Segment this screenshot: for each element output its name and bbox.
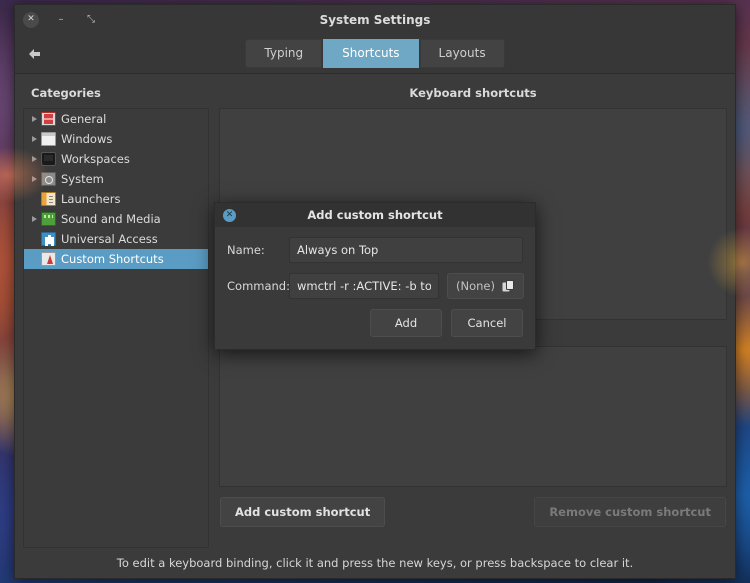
name-row: Name: <box>227 237 523 263</box>
binding-picker-button[interactable]: (None) <box>447 273 524 299</box>
desktop-background: ✕ – ⤡ System Settings Typing Shortcuts L… <box>0 0 750 583</box>
window-titlebar[interactable]: ✕ – ⤡ System Settings <box>15 5 735 34</box>
window-maximize-button[interactable]: ⤡ <box>83 12 99 28</box>
categories-list[interactable]: General Windows Workspaces System Launch… <box>23 108 209 548</box>
categories-pane: Categories General Windows Workspaces Sy… <box>23 82 209 548</box>
dialog-close-button[interactable]: ✕ <box>223 208 236 222</box>
binding-picker-label: (None) <box>456 279 495 293</box>
window-controls: ✕ – ⤡ <box>15 11 99 28</box>
add-custom-shortcut-dialog: ✕ Add custom shortcut Name: Command: (No… <box>214 202 536 350</box>
dialog-titlebar[interactable]: ✕ Add custom shortcut <box>215 203 535 227</box>
custom-shortcuts-icon <box>41 252 56 266</box>
universal-access-icon <box>41 232 56 246</box>
command-label: Command: <box>227 279 290 293</box>
sidebar-item-system[interactable]: System <box>24 169 208 189</box>
expand-triangle-icon[interactable] <box>28 115 41 123</box>
expand-triangle-icon[interactable] <box>28 135 41 143</box>
tab-shortcuts[interactable]: Shortcuts <box>323 39 419 68</box>
dialog-title: Add custom shortcut <box>307 208 443 222</box>
name-label: Name: <box>227 243 265 257</box>
sidebar-item-label: System <box>61 172 104 186</box>
categories-header: Categories <box>31 86 101 100</box>
status-bar: To edit a keyboard binding, click it and… <box>15 548 735 578</box>
command-row: Command: (None) <box>227 273 524 299</box>
dialog-add-button[interactable]: Add <box>370 309 442 337</box>
sidebar-item-windows[interactable]: Windows <box>24 129 208 149</box>
tab-bar: Typing Shortcuts Layouts <box>15 39 735 68</box>
dialog-body: Name: Command: (None) Add Cancel <box>215 227 535 349</box>
command-input[interactable] <box>289 273 439 299</box>
sidebar-item-label: Launchers <box>61 192 121 206</box>
sidebar-item-workspaces[interactable]: Workspaces <box>24 149 208 169</box>
add-custom-shortcut-button[interactable]: Add custom shortcut <box>220 497 386 527</box>
sidebar-item-custom-shortcuts[interactable]: Custom Shortcuts <box>24 249 208 269</box>
dialog-buttons: Add Cancel <box>227 309 523 337</box>
expand-triangle-icon[interactable] <box>28 215 41 223</box>
tab-layouts[interactable]: Layouts <box>419 39 505 68</box>
copy-icon <box>502 279 514 291</box>
dialog-cancel-button[interactable]: Cancel <box>451 309 523 337</box>
sidebar-item-label: General <box>61 112 107 126</box>
sidebar-item-label: Workspaces <box>61 152 130 166</box>
launchers-icon <box>41 192 56 206</box>
expand-triangle-icon[interactable] <box>28 155 41 163</box>
status-text: To edit a keyboard binding, click it and… <box>116 556 634 570</box>
sidebar-item-universal-access[interactable]: Universal Access <box>24 229 208 249</box>
sidebar-item-label: Custom Shortcuts <box>61 252 164 266</box>
toolbar: Typing Shortcuts Layouts <box>15 34 735 74</box>
keyboard-shortcuts-header: Keyboard shortcuts <box>409 86 537 100</box>
sidebar-item-label: Windows <box>61 132 113 146</box>
name-input[interactable] <box>289 237 523 263</box>
sidebar-item-general[interactable]: General <box>24 109 208 129</box>
sidebar-item-label: Sound and Media <box>61 212 161 226</box>
workspaces-icon <box>41 152 56 166</box>
sidebar-item-sound-and-media[interactable]: Sound and Media <box>24 209 208 229</box>
tab-typing[interactable]: Typing <box>245 39 323 68</box>
keyboard-bindings-list[interactable] <box>219 346 727 487</box>
windows-icon <box>41 132 56 146</box>
system-icon <box>41 172 56 186</box>
sidebar-item-label: Universal Access <box>61 232 158 246</box>
window-title: System Settings <box>319 12 431 27</box>
shortcut-actions-row: Add custom shortcut Remove custom shortc… <box>219 487 727 527</box>
expand-triangle-icon[interactable] <box>28 175 41 183</box>
sound-and-media-icon <box>41 212 56 226</box>
general-icon <box>41 112 56 126</box>
window-close-button[interactable]: ✕ <box>23 11 39 28</box>
window-minimize-button[interactable]: – <box>53 12 69 28</box>
sidebar-item-launchers[interactable]: Launchers <box>24 189 208 209</box>
remove-custom-shortcut-button: Remove custom shortcut <box>534 497 726 527</box>
